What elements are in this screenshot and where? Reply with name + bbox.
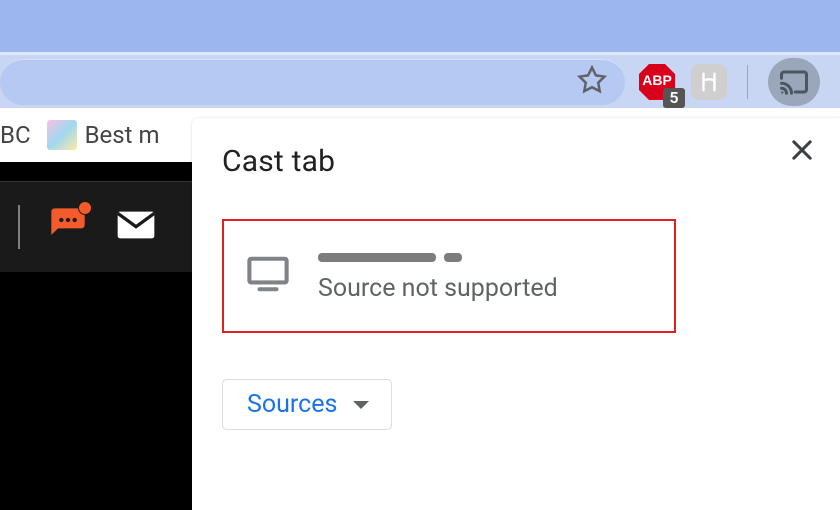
monitor-icon — [246, 254, 290, 298]
close-icon — [788, 136, 816, 164]
chevron-down-icon — [351, 398, 371, 412]
bookmark-item-bestm[interactable]: Best m — [47, 108, 160, 162]
tabstrip — [0, 0, 840, 52]
cast-device-status: Source not supported — [318, 274, 558, 303]
bookmark-label: BC — [0, 121, 31, 149]
bookmark-star-icon[interactable] — [577, 65, 607, 99]
sources-button[interactable]: Sources — [222, 379, 392, 430]
svg-text:ABP: ABP — [642, 72, 672, 88]
cast-popup-title: Cast tab — [222, 144, 810, 179]
extension-separator — [747, 65, 749, 99]
bookmark-item-bc[interactable]: BC — [0, 108, 31, 162]
sources-label: Sources — [247, 390, 337, 419]
bookmark-favicon — [47, 120, 77, 150]
extensions-area: ABP 5 — [637, 61, 831, 102]
cast-popup: Cast tab Source not supported Sources — [192, 118, 840, 510]
bookmark-label: Best m — [85, 121, 160, 149]
cast-device-texts: Source not supported — [318, 250, 558, 303]
mail-icon — [116, 209, 156, 241]
cast-device-name-redacted — [318, 250, 468, 266]
chat-button[interactable] — [48, 205, 88, 249]
nav-separator — [18, 205, 20, 249]
cast-extension-button[interactable] — [768, 58, 820, 106]
omnibox[interactable] — [0, 59, 625, 105]
mail-button[interactable] — [116, 209, 156, 245]
chat-notification-dot — [78, 201, 92, 215]
omnibox-row: ABP 5 — [0, 52, 840, 108]
cast-device-item[interactable]: Source not supported — [222, 219, 676, 333]
abp-extension-button[interactable]: ABP 5 — [637, 62, 677, 102]
abp-badge: 5 — [663, 88, 684, 108]
honey-extension-button[interactable] — [691, 64, 727, 100]
close-button[interactable] — [788, 136, 816, 168]
